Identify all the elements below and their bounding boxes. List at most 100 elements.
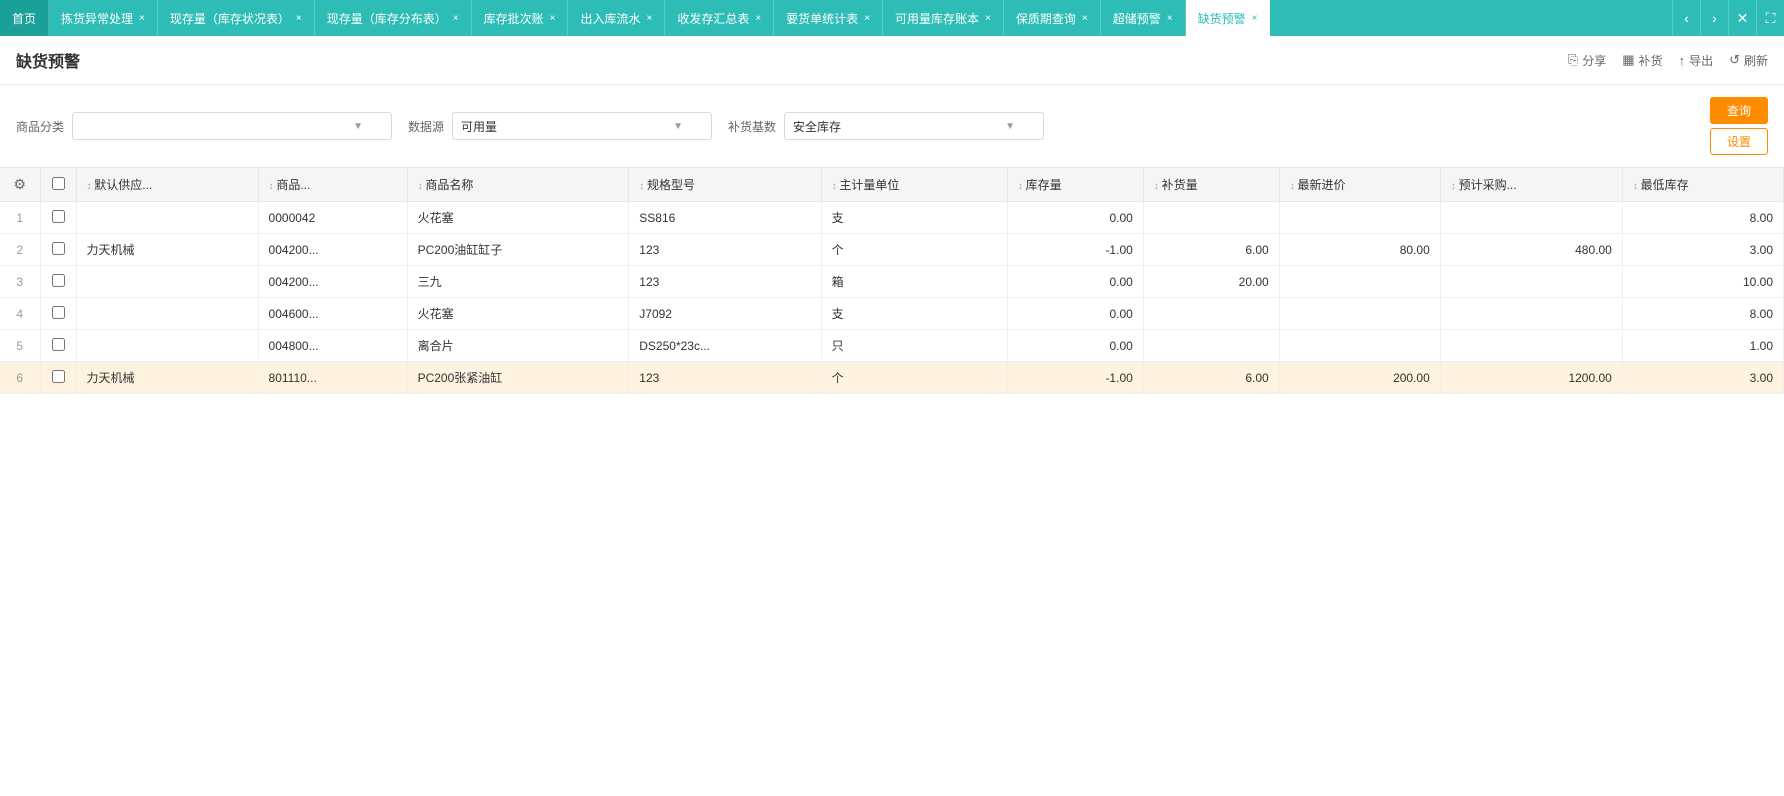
row-checkbox[interactable]	[40, 298, 76, 330]
col-estimated-purchase[interactable]: 预计采购...	[1440, 168, 1622, 202]
spec-cell: 123	[629, 234, 821, 266]
tab-overstock-warning[interactable]: 超储预警 ×	[1101, 0, 1186, 36]
tab-inventory-status[interactable]: 现存量（库存状况表） ×	[158, 0, 315, 36]
replenish-qty-cell	[1143, 202, 1279, 234]
share-icon: ⎘	[1568, 52, 1578, 68]
tab-demand-stats[interactable]: 要货单统计表 ×	[774, 0, 883, 36]
replenish-qty-cell	[1143, 298, 1279, 330]
tab-inout-flow-close[interactable]: ×	[646, 13, 652, 24]
tab-prev-btn[interactable]: ‹	[1672, 0, 1700, 36]
tab-abnormal-close[interactable]: ×	[139, 13, 145, 24]
select-all-checkbox[interactable]	[52, 177, 65, 190]
row-checkbox[interactable]	[40, 266, 76, 298]
col-product-code[interactable]: 商品...	[258, 168, 407, 202]
row-num: 1	[0, 202, 40, 234]
min-stock-cell: 10.00	[1622, 266, 1783, 298]
settings-button[interactable]: 设置	[1710, 128, 1768, 155]
table-row: 3004200...三九123箱0.0020.0010.00	[0, 266, 1784, 298]
tab-batch-account[interactable]: 库存批次账 ×	[472, 0, 569, 36]
replenish-base-filter-label: 补货基数	[728, 118, 776, 135]
col-stock-qty[interactable]: 库存量	[1007, 168, 1143, 202]
tab-collect-summary[interactable]: 收发存汇总表 ×	[665, 0, 774, 36]
row-select-checkbox[interactable]	[52, 274, 65, 287]
query-button[interactable]: 查询	[1710, 97, 1768, 124]
tab-fullscreen-btn[interactable]: ⛶	[1756, 0, 1784, 36]
refresh-icon: ↺	[1729, 52, 1740, 68]
tab-inout-flow[interactable]: 出入库流水 ×	[568, 0, 665, 36]
share-action[interactable]: ⎘ 分享	[1568, 52, 1606, 69]
col-gear[interactable]: ⚙	[0, 168, 40, 202]
tab-demand-stats-close[interactable]: ×	[864, 13, 870, 24]
tab-available-ledger-close[interactable]: ×	[985, 13, 991, 24]
min-stock-cell: 3.00	[1622, 362, 1783, 394]
estimated-purchase-cell	[1440, 266, 1622, 298]
tab-shortage-warning-close[interactable]: ×	[1252, 13, 1258, 24]
tab-next-btn[interactable]: ›	[1700, 0, 1728, 36]
table-row: 6力天机械801110...PC200张紧油缸123个-1.006.00200.…	[0, 362, 1784, 394]
table-row: 5004800...离合片DS250*23c...只0.001.00	[0, 330, 1784, 362]
tab-inventory-status-close[interactable]: ×	[296, 13, 302, 24]
table-container: ⚙ 默认供应... 商品... 商品名称 规格型号	[0, 168, 1784, 394]
replenish-icon: ▦	[1622, 52, 1634, 68]
col-replenish-qty[interactable]: 补货量	[1143, 168, 1279, 202]
latest-price-cell	[1279, 202, 1440, 234]
default-supplier-cell	[76, 266, 258, 298]
data-table: ⚙ 默认供应... 商品... 商品名称 规格型号	[0, 168, 1784, 394]
row-checkbox[interactable]	[40, 234, 76, 266]
tab-close-all-btn[interactable]: ✕	[1728, 0, 1756, 36]
spec-cell: 123	[629, 362, 821, 394]
col-latest-price[interactable]: 最新进价	[1279, 168, 1440, 202]
replenish-qty-cell: 20.00	[1143, 266, 1279, 298]
row-checkbox[interactable]	[40, 362, 76, 394]
table-row: 10000042火花塞SS816支0.008.00	[0, 202, 1784, 234]
tab-expiry-query-close[interactable]: ×	[1082, 13, 1088, 24]
category-select[interactable]: ▼	[72, 112, 392, 140]
page-header: 缺货预警 ⎘ 分享 ▦ 补货 ↑ 导出 ↺ 刷新	[0, 36, 1784, 85]
default-supplier-cell: 力天机械	[76, 362, 258, 394]
stock-qty-cell: 0.00	[1007, 330, 1143, 362]
row-select-checkbox[interactable]	[52, 242, 65, 255]
tab-abnormal[interactable]: 拣货异常处理 ×	[49, 0, 158, 36]
min-stock-cell: 3.00	[1622, 234, 1783, 266]
row-select-checkbox[interactable]	[52, 370, 65, 383]
row-num: 3	[0, 266, 40, 298]
col-min-stock[interactable]: 最低库存	[1622, 168, 1783, 202]
datasource-filter-label: 数据源	[408, 118, 444, 135]
spec-cell: DS250*23c...	[629, 330, 821, 362]
tab-batch-account-close[interactable]: ×	[550, 13, 556, 24]
gear-icon[interactable]: ⚙	[13, 176, 26, 193]
tab-inventory-dist-close[interactable]: ×	[453, 13, 459, 24]
tab-collect-summary-close[interactable]: ×	[755, 13, 761, 24]
replenish-action[interactable]: ▦ 补货	[1622, 52, 1662, 69]
col-product-name[interactable]: 商品名称	[407, 168, 629, 202]
stock-qty-cell: -1.00	[1007, 362, 1143, 394]
spec-cell: SS816	[629, 202, 821, 234]
product-code-cell: 004200...	[258, 234, 407, 266]
product-code-cell: 801110...	[258, 362, 407, 394]
row-select-checkbox[interactable]	[52, 210, 65, 223]
tab-available-ledger[interactable]: 可用量库存账本 ×	[883, 0, 1004, 36]
product-name-cell: 三九	[407, 266, 629, 298]
col-default-supplier[interactable]: 默认供应...	[76, 168, 258, 202]
tab-shortage-warning[interactable]: 缺货预警 ×	[1186, 0, 1271, 36]
table-header: ⚙ 默认供应... 商品... 商品名称 规格型号	[0, 168, 1784, 202]
row-checkbox[interactable]	[40, 202, 76, 234]
col-spec[interactable]: 规格型号	[629, 168, 821, 202]
tab-overstock-warning-close[interactable]: ×	[1167, 13, 1173, 24]
replenish-qty-cell: 6.00	[1143, 234, 1279, 266]
col-unit[interactable]: 主计量单位	[821, 168, 1007, 202]
replenish-base-filter-group: 补货基数 安全库存 ▼	[728, 112, 1044, 140]
tab-home[interactable]: 首页	[0, 0, 49, 36]
product-name-cell: 火花塞	[407, 202, 629, 234]
tab-inventory-dist[interactable]: 现存量（库存分布表） ×	[315, 0, 472, 36]
export-action[interactable]: ↑ 导出	[1679, 52, 1714, 69]
row-checkbox[interactable]	[40, 330, 76, 362]
row-select-checkbox[interactable]	[52, 306, 65, 319]
row-num: 4	[0, 298, 40, 330]
replenish-base-select[interactable]: 安全库存 ▼	[784, 112, 1044, 140]
estimated-purchase-cell	[1440, 298, 1622, 330]
row-select-checkbox[interactable]	[52, 338, 65, 351]
refresh-action[interactable]: ↺ 刷新	[1729, 52, 1768, 69]
datasource-select[interactable]: 可用量 ▼	[452, 112, 712, 140]
tab-expiry-query[interactable]: 保质期查询 ×	[1004, 0, 1101, 36]
